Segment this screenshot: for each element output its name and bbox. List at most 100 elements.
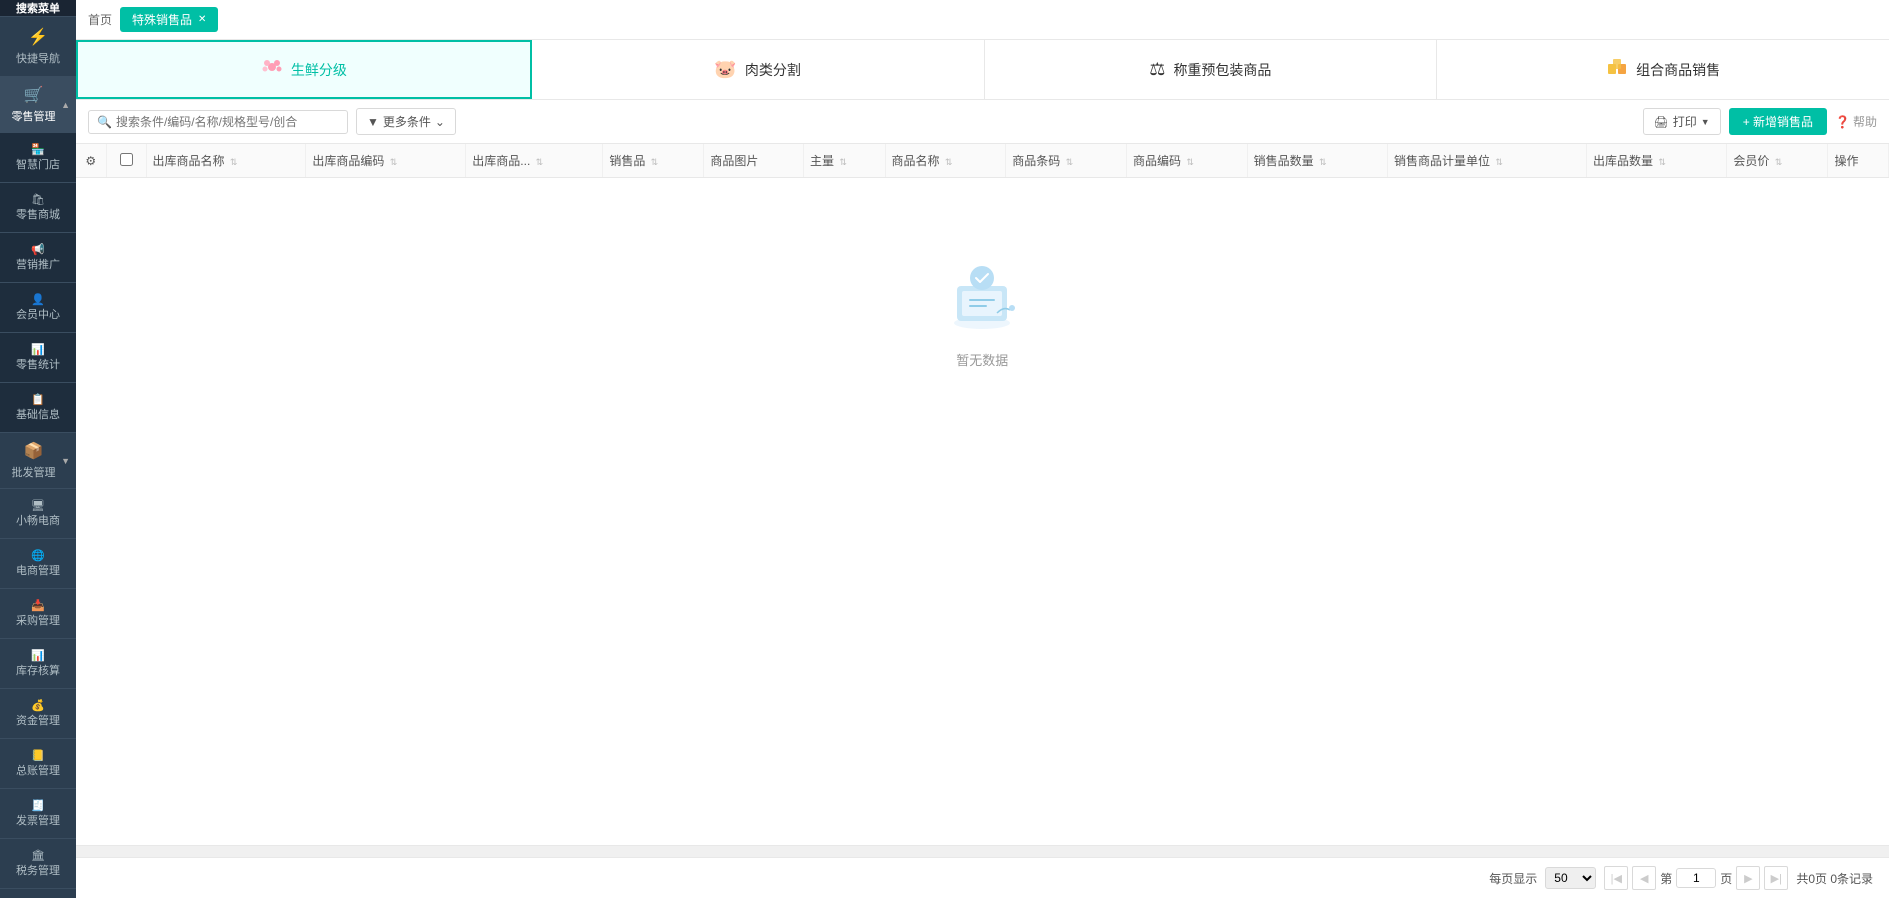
tab-close-icon[interactable]: ✕ xyxy=(198,14,206,25)
sidebar-item-finance[interactable]: 💰 资金管理 xyxy=(0,689,76,739)
th-weight: 主量 ⇅ xyxy=(804,144,886,178)
tab-fresh-grade[interactable]: 生鲜分级 xyxy=(76,40,532,99)
meat-cut-icon: 🐷 xyxy=(714,59,736,80)
search-box[interactable]: 🔍 xyxy=(88,110,348,134)
page-label: 第 xyxy=(1660,870,1672,887)
data-table: ⚙ 出库商品名称 ⇅ 出库商品编码 ⇅ 出库商品... ⇅ xyxy=(76,144,1889,449)
select-all-checkbox[interactable] xyxy=(120,153,133,166)
sort-icon[interactable]: ⇅ xyxy=(651,157,659,167)
ecom-mgmt-icon: 🌐 xyxy=(31,549,45,562)
filter-button[interactable]: ▼ 更多条件 ⌄ xyxy=(356,108,456,135)
sort-icon[interactable]: ⇅ xyxy=(1775,157,1783,167)
sidebar-item-label: 智慧门店 xyxy=(16,156,60,172)
sidebar-item-quick-nav[interactable]: ⚡ 快捷导航 xyxy=(0,17,76,77)
sidebar-item-member-center[interactable]: 👤 会员中心 xyxy=(0,283,76,333)
sidebar-item-tax-mgmt[interactable]: 🏛 税务管理 xyxy=(0,839,76,889)
sidebar-item-wholesale-mgmt[interactable]: 📦 批发管理 ▼ xyxy=(0,433,76,489)
th-out-code: 出库商品编码 ⇅ xyxy=(306,144,466,178)
chevron-down-icon: ⌄ xyxy=(435,115,445,129)
sidebar-item-label: 零售统计 xyxy=(16,356,60,372)
th-sale-item: 销售品 ⇅ xyxy=(603,144,704,178)
print-button[interactable]: 🖨 打印 ▼ xyxy=(1643,108,1721,135)
page-last-button[interactable]: ▶| xyxy=(1764,866,1788,890)
inventory-icon: 📊 xyxy=(31,649,45,662)
sales-promo-icon: 📢 xyxy=(31,243,45,256)
sidebar-item-purchase-mgmt[interactable]: 📥 采购管理 xyxy=(0,589,76,639)
page-next-button[interactable]: ▶ xyxy=(1736,866,1760,890)
sidebar-item-general-ledger[interactable]: 📒 总账管理 xyxy=(0,739,76,789)
sort-icon[interactable]: ⇅ xyxy=(1319,157,1327,167)
sidebar-item-invoice-mgmt[interactable]: 🧾 发票管理 xyxy=(0,789,76,839)
page-suffix: 页 xyxy=(1720,870,1732,887)
page-first-button[interactable]: |◀ xyxy=(1604,866,1628,890)
finance-icon: 💰 xyxy=(31,699,45,712)
sort-icon[interactable]: ⇅ xyxy=(390,157,398,167)
sort-icon[interactable]: ⇅ xyxy=(1066,157,1074,167)
tab-weight-prepack[interactable]: ⚖ 称重预包装商品 xyxy=(985,40,1438,99)
combo-sales-icon xyxy=(1606,56,1628,83)
sidebar-item-basic-info[interactable]: 📋 基础信息 xyxy=(0,383,76,433)
th-product-name: 商品名称 ⇅ xyxy=(885,144,1006,178)
retail-mall-icon: 🛍 xyxy=(31,193,45,206)
add-label: + 新增销售品 xyxy=(1743,113,1813,130)
sort-icon[interactable]: ⇅ xyxy=(1658,157,1666,167)
help-icon: ❓ xyxy=(1835,115,1850,129)
table-header-row: ⚙ 出库商品名称 ⇅ 出库商品编码 ⇅ 出库商品... ⇅ xyxy=(76,144,1889,178)
sort-icon[interactable]: ⇅ xyxy=(945,157,953,167)
tab-combo-sales[interactable]: 组合商品销售 xyxy=(1437,40,1889,99)
sidebar-item-smart-store[interactable]: 🏪 智慧门店 xyxy=(0,133,76,183)
page-prev-button[interactable]: ◀ xyxy=(1632,866,1656,890)
per-page-select[interactable]: 50 20 100 xyxy=(1545,867,1596,889)
total-info: 共0页 0条记录 xyxy=(1796,870,1873,887)
toolbar: 🔍 ▼ 更多条件 ⌄ 🖨 打印 ▼ + 新增销售品 ❓ 帮助 xyxy=(76,100,1889,144)
sidebar-item-fixed-assets[interactable]: 🏗 固定资产 xyxy=(0,889,76,898)
content-area: 生鲜分级 🐷 肉类分割 ⚖ 称重预包装商品 组合商品销售 xyxy=(76,40,1889,898)
sidebar-item-label: 零售管理 xyxy=(12,108,56,124)
sidebar-item-sales-promo[interactable]: 📢 营销推广 xyxy=(0,233,76,283)
sidebar-item-label: 零售商城 xyxy=(16,206,60,222)
sidebar-item-label: 快捷导航 xyxy=(16,50,60,66)
th-out-spec: 出库商品... ⇅ xyxy=(466,144,603,178)
sort-icon[interactable]: ⇅ xyxy=(536,157,544,167)
help-button[interactable]: ❓ 帮助 xyxy=(1835,113,1877,130)
pagination: 每页显示 50 20 100 |◀ ◀ 第 页 ▶ ▶| 共0页 0条记录 xyxy=(76,857,1889,898)
topbar: 首页 特殊销售品 ✕ xyxy=(76,0,1889,40)
chevron-up-icon: ▲ xyxy=(61,100,70,110)
th-checkbox[interactable] xyxy=(106,144,146,178)
member-center-icon: 👤 xyxy=(31,293,45,306)
sort-icon[interactable]: ⇅ xyxy=(839,157,847,167)
th-sale-unit: 销售商品计量单位 ⇅ xyxy=(1387,144,1586,178)
sidebar-item-ecom-mgmt[interactable]: 🌐 电商管理 xyxy=(0,539,76,589)
sidebar-item-mini-ecom[interactable]: 🖥 小畅电商 xyxy=(0,489,76,539)
home-link[interactable]: 首页 xyxy=(88,11,112,28)
retail-stats-icon: 📊 xyxy=(31,343,45,356)
sidebar-item-label: 税务管理 xyxy=(16,862,60,878)
th-settings[interactable]: ⚙ xyxy=(76,144,106,178)
sort-icon[interactable]: ⇅ xyxy=(230,157,238,167)
active-tab[interactable]: 特殊销售品 ✕ xyxy=(120,7,218,32)
empty-state-text: 暂无数据 xyxy=(956,350,1008,369)
search-input[interactable] xyxy=(116,115,339,129)
horizontal-scrollbar[interactable] xyxy=(76,845,1889,857)
add-sale-button[interactable]: + 新增销售品 xyxy=(1729,108,1827,135)
th-out-name: 出库商品名称 ⇅ xyxy=(146,144,306,178)
empty-state: 暂无数据 xyxy=(76,178,1889,449)
category-tabs: 生鲜分级 🐷 肉类分割 ⚖ 称重预包装商品 组合商品销售 xyxy=(76,40,1889,100)
sidebar-item-label: 营销推广 xyxy=(16,256,60,272)
tab-label: 生鲜分级 xyxy=(291,60,347,80)
sort-icon[interactable]: ⇅ xyxy=(1186,157,1194,167)
sidebar-item-label: 会员中心 xyxy=(16,306,60,322)
th-actions: 操作 xyxy=(1828,144,1889,178)
sort-icon[interactable]: ⇅ xyxy=(1495,157,1503,167)
sidebar-item-retail-mall[interactable]: 🛍 零售商城 xyxy=(0,183,76,233)
sidebar-logo[interactable]: 搜索菜单 xyxy=(0,0,76,17)
search-icon: 🔍 xyxy=(97,115,112,129)
sidebar-item-retail-mgmt[interactable]: 🛒 零售管理 ▲ xyxy=(0,77,76,133)
tab-label: 肉类分割 xyxy=(745,60,801,80)
tab-meat-cut[interactable]: 🐷 肉类分割 xyxy=(532,40,985,99)
sidebar-item-inventory[interactable]: 📊 库存核算 xyxy=(0,639,76,689)
per-page-label: 每页显示 xyxy=(1489,870,1537,887)
weight-prepack-icon: ⚖ xyxy=(1149,59,1165,80)
sidebar-item-retail-stats[interactable]: 📊 零售统计 xyxy=(0,333,76,383)
page-input[interactable] xyxy=(1676,868,1716,888)
